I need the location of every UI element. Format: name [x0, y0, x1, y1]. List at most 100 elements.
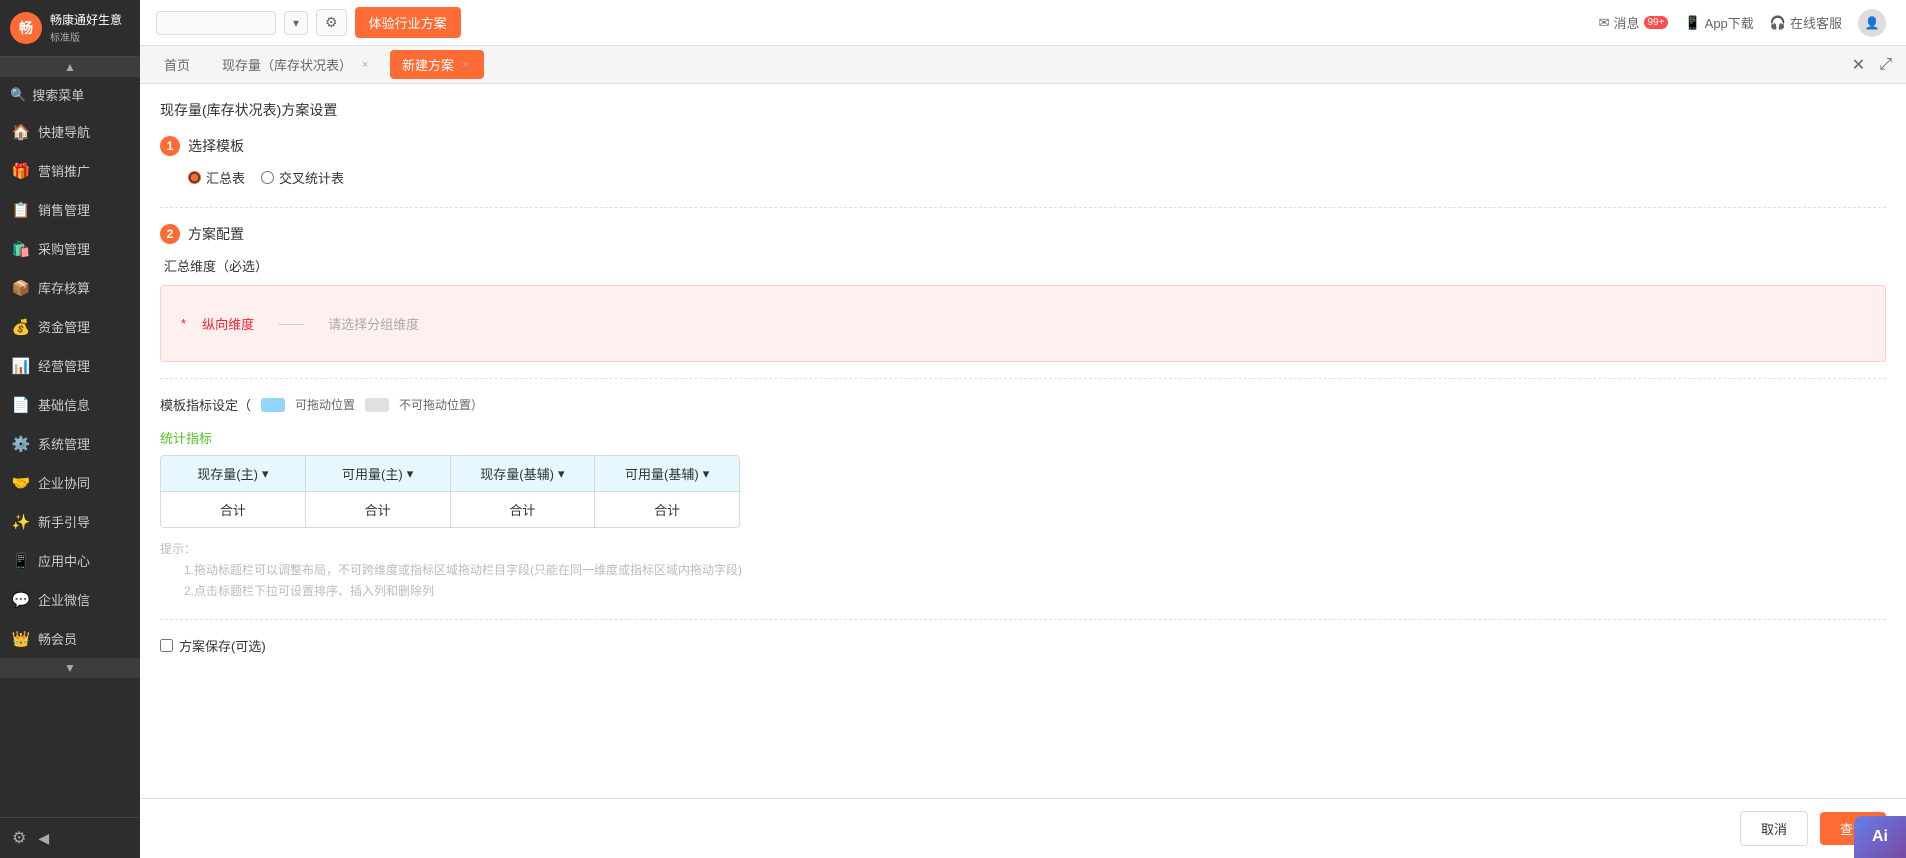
user-menu[interactable]: 👤	[1858, 9, 1890, 37]
topbar-left: ▾ ⚙ 体验行业方案	[156, 7, 1589, 38]
sidebar-item-label: 新手引导	[38, 512, 90, 531]
tabbar-right: ✕ ⤢	[1848, 51, 1896, 79]
step2-header: 2 方案配置	[160, 224, 1886, 244]
main-area: ▾ ⚙ 体验行业方案 ✉ 消息 99+ 📱 App下载 🎧 在线客服 👤	[140, 0, 1906, 858]
dropdown-button[interactable]: ▾	[284, 11, 308, 35]
collapse-icon[interactable]: ◀	[38, 830, 49, 847]
tab-new[interactable]: 新建方案 ×	[390, 50, 484, 79]
step1-num: 1	[160, 136, 180, 156]
stats-header-col2[interactable]: 可用量(主) ▾	[306, 456, 451, 491]
sidebar-scroll-up[interactable]: ▲	[0, 57, 140, 77]
sidebar-item-basic[interactable]: 📄 基础信息	[0, 385, 140, 424]
sidebar-item-label: 畅会员	[38, 629, 77, 648]
col2-sub: 合计	[365, 500, 391, 519]
draggable-label: 可拖动位置	[295, 396, 355, 413]
col3-dropdown-icon: ▾	[558, 466, 565, 482]
gear-button[interactable]: ⚙	[316, 9, 347, 36]
sidebar-item-finance[interactable]: 💰 资金管理	[0, 307, 140, 346]
sidebar-bottom: ⚙ ◀	[0, 817, 140, 858]
avatar: 👤	[1858, 9, 1886, 37]
sidebar-item-label: 应用中心	[38, 551, 90, 570]
message-icon: ✉	[1599, 15, 1610, 31]
sidebar-item-shortcut[interactable]: 🏠 快捷导航	[0, 112, 140, 151]
tab-inventory-label: 现存量（库存状况表）	[222, 55, 352, 74]
tips-item-2: 2.点击标题栏下拉可设置排序、插入列和删除列	[160, 582, 1886, 599]
col3-sub: 合计	[509, 500, 535, 519]
inventory-icon: 📦	[12, 279, 30, 297]
appcenter-icon: 📱	[12, 552, 30, 570]
message-btn[interactable]: ✉ 消息 99+	[1599, 13, 1669, 32]
stats-body-col1: 合计	[161, 492, 306, 527]
app-icon: 畅	[10, 12, 42, 44]
sidebar-logo: 畅 畅康通好生意 标准版	[0, 0, 140, 57]
sidebar-item-member[interactable]: 👑 畅会员	[0, 619, 140, 658]
non-draggable-indicator	[365, 398, 389, 412]
sidebar-item-cooperation[interactable]: 🤝 企业协同	[0, 463, 140, 502]
sidebar-item-wechat[interactable]: 💬 企业微信	[0, 580, 140, 619]
radio-cross[interactable]: 交叉统计表	[261, 168, 344, 187]
search-icon: 🔍	[10, 87, 26, 103]
wechat-icon: 💬	[12, 591, 30, 609]
radio-summary-input[interactable]	[188, 171, 201, 184]
stats-header-col4[interactable]: 可用量(基辅) ▾	[595, 456, 739, 491]
stats-header-col1[interactable]: 现存量(主) ▾	[161, 456, 306, 491]
sidebar-item-label: 采购管理	[38, 239, 90, 258]
search-input[interactable]	[156, 11, 276, 35]
tab-inventory[interactable]: 现存量（库存状况表） ×	[208, 49, 386, 80]
page-title: 现存量(库存状况表)方案设置	[160, 100, 1886, 120]
online-service-btn[interactable]: 🎧 在线客服	[1770, 13, 1842, 32]
stats-table: 现存量(主) ▾ 可用量(主) ▾ 现存量(基辅) ▾ 可用量(基辅) ▾	[160, 455, 740, 528]
sidebar-item-label: 营销推广	[38, 161, 90, 180]
sidebar-item-inventory[interactable]: 📦 库存核算	[0, 268, 140, 307]
sidebar-item-system[interactable]: ⚙️ 系统管理	[0, 424, 140, 463]
shortcut-icon: 🏠	[12, 123, 30, 141]
sidebar-item-purchase[interactable]: 🛍️ 采购管理	[0, 229, 140, 268]
message-label: 消息	[1613, 13, 1639, 32]
tab-home-label: 首页	[164, 55, 190, 74]
stats-header-col3[interactable]: 现存量(基辅) ▾	[451, 456, 596, 491]
app-download-btn[interactable]: 📱 App下载	[1684, 13, 1753, 32]
tab-inventory-close[interactable]: ×	[358, 58, 372, 72]
sidebar-item-operations[interactable]: 📊 经营管理	[0, 346, 140, 385]
required-mark: *	[181, 316, 186, 331]
settings-icon[interactable]: ⚙	[12, 828, 26, 848]
industry-btn[interactable]: 体验行业方案	[355, 7, 461, 38]
cancel-button[interactable]: 取消	[1740, 811, 1808, 846]
vertical-label: 纵向维度	[202, 314, 254, 333]
non-draggable-label: 不可拖动位置）	[399, 396, 483, 413]
radio-cross-input[interactable]	[261, 171, 274, 184]
step1-section: 1 选择模板 汇总表 交叉统计表	[160, 136, 1886, 187]
cooperation-icon: 🤝	[12, 474, 30, 492]
tab-home[interactable]: 首页	[150, 49, 204, 80]
tips-label: 提示：	[160, 542, 196, 556]
sidebar-item-appcenter[interactable]: 📱 应用中心	[0, 541, 140, 580]
sidebar-item-guide[interactable]: ✨ 新手引导	[0, 502, 140, 541]
radio-summary[interactable]: 汇总表	[188, 168, 245, 187]
template-indicator-row: 模板指标设定（ 可拖动位置 不可拖动位置）	[160, 395, 1886, 414]
stats-header-row: 现存量(主) ▾ 可用量(主) ▾ 现存量(基辅) ▾ 可用量(基辅) ▾	[161, 456, 739, 491]
sidebar-search[interactable]: 🔍 搜索菜单	[0, 77, 140, 112]
col1-sub: 合计	[220, 500, 246, 519]
sidebar-item-sales[interactable]: 📋 销售管理	[0, 190, 140, 229]
save-label: 方案保存(可选)	[179, 636, 266, 655]
window-close-btn[interactable]: ✕	[1848, 51, 1869, 79]
window-expand-btn[interactable]: ⤢	[1875, 52, 1896, 78]
stats-body-col2: 合计	[306, 492, 451, 527]
sidebar: 畅 畅康通好生意 标准版 ▲ 🔍 搜索菜单 🏠 快捷导航 🎁 营销推广 📋 销售…	[0, 0, 140, 858]
tips-item-1: 1.拖动标题栏可以调整布局，不可跨维度或指标区域拖动栏目字段(只能在同一维度或指…	[160, 561, 1886, 578]
dimension-box[interactable]: * 纵向维度 —— 请选择分组维度	[160, 285, 1886, 362]
dimension-label: 汇总维度（必选）	[164, 256, 1886, 275]
sidebar-scroll-down[interactable]: ▼	[0, 658, 140, 678]
save-row: 方案保存(可选)	[160, 636, 1886, 655]
stats-body-col4: 合计	[595, 492, 739, 527]
tabbar: 首页 现存量（库存状况表） × 新建方案 × ✕ ⤢	[140, 46, 1906, 84]
ai-button[interactable]: Ai	[1854, 816, 1906, 858]
save-checkbox[interactable]	[160, 639, 173, 652]
sidebar-search-label: 搜索菜单	[32, 85, 84, 104]
dimension-placeholder: 请选择分组维度	[328, 314, 419, 333]
draggable-indicator	[261, 398, 285, 412]
tab-new-close[interactable]: ×	[458, 58, 472, 72]
col1-dropdown-icon: ▾	[262, 466, 269, 482]
sidebar-item-marketing[interactable]: 🎁 营销推广	[0, 151, 140, 190]
headset-icon: 🎧	[1770, 15, 1786, 31]
